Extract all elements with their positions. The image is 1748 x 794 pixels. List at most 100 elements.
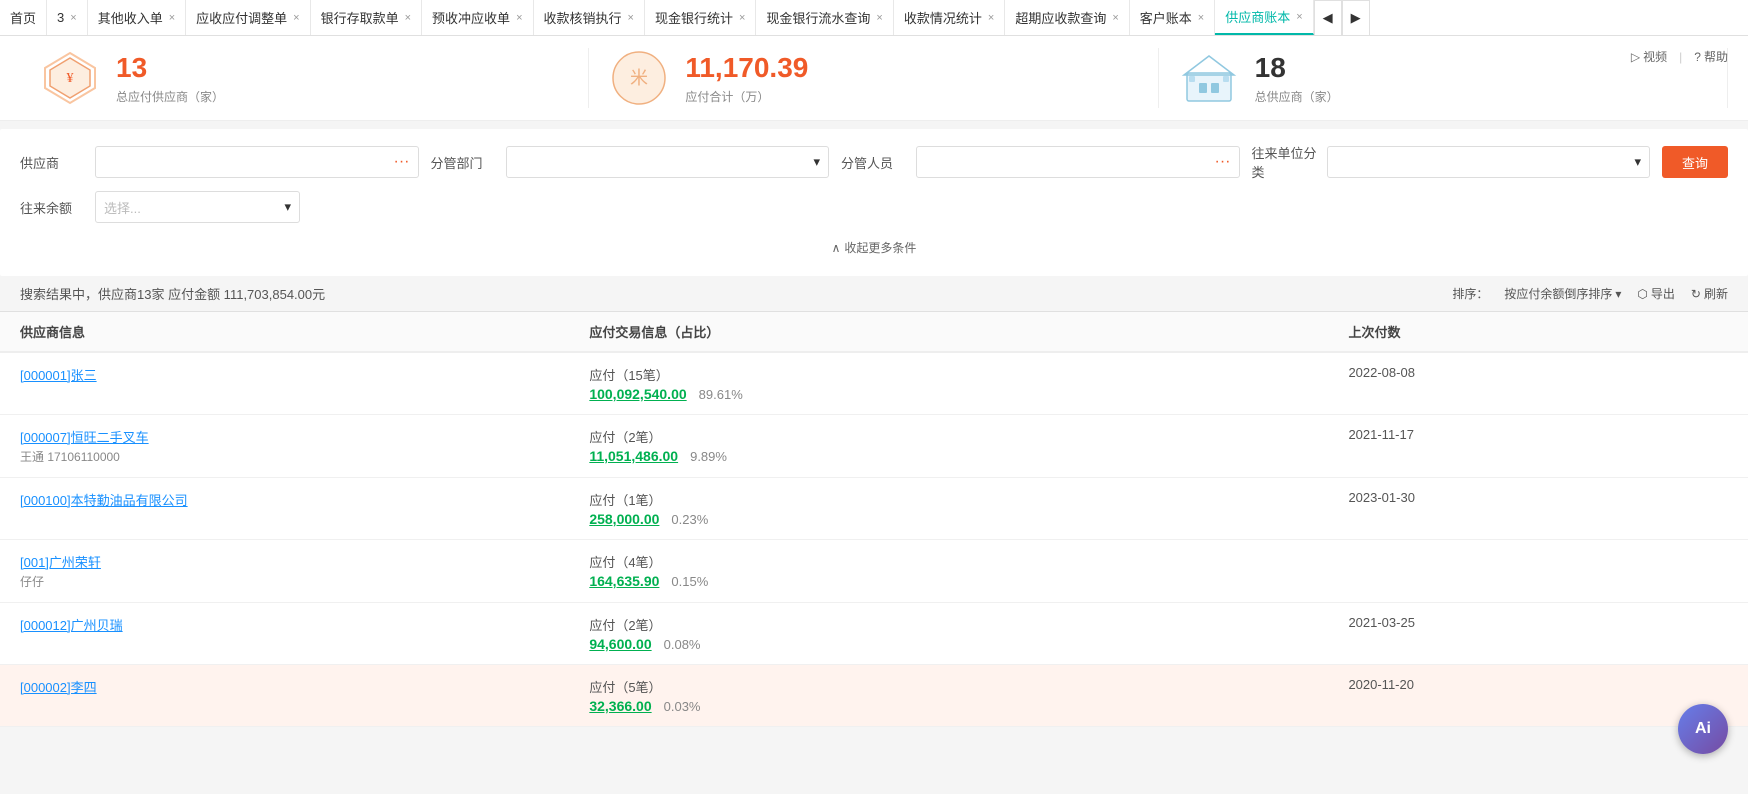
transaction-cell: 应付（5笔） 32,366.00 0.03%: [589, 677, 1348, 714]
ai-button[interactable]: Ai: [1678, 704, 1728, 754]
close-icon[interactable]: ×: [988, 12, 994, 24]
last-pay-cell: 2021-11-17: [1348, 427, 1728, 442]
nav-arrow-right[interactable]: ▶: [1342, 0, 1370, 36]
trans-percent: 0.03%: [664, 699, 701, 714]
transaction-cell: 应付（2笔） 11,051,486.00 9.89%: [589, 427, 1348, 464]
balance-select[interactable]: 选择... ▾: [95, 191, 300, 223]
supplier-input[interactable]: ···: [95, 146, 419, 178]
dept-select[interactable]: ▾: [506, 146, 830, 178]
supplier-cell: [000007]恒旺二手叉车 王通 17106110000: [20, 427, 589, 465]
trans-amount[interactable]: 164,635.90: [589, 573, 659, 589]
nav-tab-bank-deposit[interactable]: 银行存取款单 ×: [311, 0, 422, 35]
nav-tab-receipt-verify[interactable]: 收款核销执行 ×: [534, 0, 645, 35]
close-icon[interactable]: ×: [628, 12, 634, 24]
nav-tab-home[interactable]: 首页: [0, 0, 47, 35]
trans-label: 应付（15笔）: [589, 365, 1348, 384]
trans-amount[interactable]: 11,051,486.00: [589, 448, 678, 464]
trans-amount[interactable]: 100,092,540.00: [589, 386, 686, 402]
refresh-button[interactable]: ↻ 刷新: [1691, 285, 1728, 302]
last-pay-cell: 2020-11-20: [1348, 677, 1728, 692]
transaction-cell: 应付（15笔） 100,092,540.00 89.61%: [589, 365, 1348, 402]
supplier-dots-icon: ···: [394, 153, 410, 171]
stat-amount-number: 11,170.39: [685, 52, 808, 84]
sort-select[interactable]: 按应付余额倒序排序 ▾: [1504, 285, 1621, 302]
filter-row-2: 往来余额 选择... ▾: [20, 191, 1728, 223]
trans-label: 应付（2笔）: [589, 615, 1348, 634]
balance-placeholder: 选择...: [104, 198, 141, 217]
close-icon[interactable]: ×: [1112, 12, 1118, 24]
close-icon[interactable]: ×: [293, 12, 299, 24]
trans-label: 应付（2笔）: [589, 427, 1348, 446]
sort-label: 排序：: [1452, 285, 1488, 302]
filter-person: 分管人员 ···: [841, 146, 1240, 178]
table-header: 供应商信息 应付交易信息（占比） 上次付数: [0, 312, 1748, 353]
trans-label: 应付（5笔）: [589, 677, 1348, 696]
filter-supplier: 供应商 ···: [20, 146, 419, 178]
stat-amount-label: 应付合计（万）: [685, 88, 808, 105]
trans-amount[interactable]: 94,600.00: [589, 636, 651, 652]
nav-arrow-left[interactable]: ◀: [1314, 0, 1342, 36]
results-right: 排序： 按应付余额倒序排序 ▾ ⬡ 导出 ↻ 刷新: [1452, 285, 1728, 302]
nav-tab-supplier-book[interactable]: 供应商账本 ×: [1215, 0, 1313, 35]
nav-tab-other-income[interactable]: 其他收入单 ×: [88, 0, 186, 35]
transaction-cell: 应付（4笔） 164,635.90 0.15%: [589, 552, 1348, 589]
nav-tab-ar-ap-adjust[interactable]: 应收应付调整单 ×: [186, 0, 310, 35]
nav-tab-receipt-stat[interactable]: 收款情况统计 ×: [894, 0, 1005, 35]
trans-percent: 0.15%: [671, 574, 708, 589]
nav-tab-prepay-offset[interactable]: 预收冲应收单 ×: [422, 0, 533, 35]
close-icon[interactable]: ×: [405, 12, 411, 24]
search-button[interactable]: 查询: [1662, 146, 1728, 178]
trans-amount[interactable]: 258,000.00: [589, 511, 659, 527]
nav-tab-customer-book[interactable]: 客户账本 ×: [1130, 0, 1215, 35]
diamond-icon: ¥: [40, 48, 100, 108]
close-icon[interactable]: ×: [876, 12, 882, 24]
supplier-cell: [000100]本特勤油品有限公司: [20, 490, 589, 509]
svg-text:¥: ¥: [67, 71, 74, 86]
person-input[interactable]: ···: [916, 146, 1240, 178]
supplier-link[interactable]: [000007]恒旺二手叉车: [20, 427, 589, 446]
close-icon[interactable]: ×: [1198, 12, 1204, 24]
nav-tab-overdue-ar[interactable]: 超期应收款查询 ×: [1005, 0, 1129, 35]
table-row: [000007]恒旺二手叉车 王通 17106110000 应付（2笔） 11,…: [0, 415, 1748, 478]
export-button[interactable]: ⬡ 导出: [1637, 285, 1675, 302]
balance-label: 往来余额: [20, 198, 95, 217]
nav-tab-cash-bank-stat[interactable]: 现金银行统计 ×: [645, 0, 756, 35]
collapse-up-icon: ∧: [832, 241, 841, 255]
category-select[interactable]: ▾: [1327, 146, 1651, 178]
supplier-sub: 王通 17106110000: [20, 448, 589, 465]
balance-arrow-icon: ▾: [284, 199, 291, 215]
close-icon[interactable]: ×: [70, 12, 76, 24]
supplier-sub: 仔仔: [20, 573, 589, 590]
collapse-button[interactable]: ∧ 收起更多条件: [20, 233, 1728, 262]
trans-percent: 9.89%: [690, 449, 727, 464]
last-pay-cell: 2022-08-08: [1348, 365, 1728, 380]
supplier-cell: [000012]广州贝瑞: [20, 615, 589, 634]
close-icon[interactable]: ×: [1296, 11, 1302, 23]
close-icon[interactable]: ×: [169, 12, 175, 24]
supplier-link[interactable]: [000012]广州贝瑞: [20, 615, 589, 634]
person-label: 分管人员: [841, 153, 916, 172]
video-link[interactable]: ▷ 视频: [1631, 48, 1667, 65]
stat-total-number: 18: [1255, 52, 1339, 84]
supplier-link[interactable]: [000002]李四: [20, 677, 589, 696]
stat-info-payable: 13 总应付供应商（家）: [116, 52, 224, 105]
supplier-cell: [001]广州荣轩 仔仔: [20, 552, 589, 590]
nav-tab-3[interactable]: 3 ×: [47, 0, 88, 35]
supplier-link[interactable]: [000001]张三: [20, 365, 589, 384]
trans-percent: 0.23%: [671, 512, 708, 527]
close-icon[interactable]: ×: [739, 12, 745, 24]
close-icon[interactable]: ×: [516, 12, 522, 24]
table-row-highlighted: [000002]李四 应付（5笔） 32,366.00 0.03% 2020-1…: [0, 665, 1748, 727]
filter-dept: 分管部门 ▾: [431, 146, 830, 178]
table-row: [001]广州荣轩 仔仔 应付（4笔） 164,635.90 0.15%: [0, 540, 1748, 603]
trans-amount[interactable]: 32,366.00: [589, 698, 651, 714]
stat-payable-suppliers: ¥ 13 总应付供应商（家）: [20, 48, 589, 108]
nav-tab-cash-bank-flow[interactable]: 现金银行流水查询 ×: [756, 0, 893, 35]
header-supplier: 供应商信息: [20, 322, 589, 341]
help-link[interactable]: ? 帮助: [1694, 48, 1728, 65]
stat-payable-number: 13: [116, 52, 224, 84]
results-bar: 搜索结果中，供应商13家 应付金额 111,703,854.00元 排序： 按应…: [0, 276, 1748, 312]
supplier-link[interactable]: [001]广州荣轩: [20, 552, 589, 571]
supplier-link[interactable]: [000100]本特勤油品有限公司: [20, 490, 589, 509]
ai-label: Ai: [1695, 720, 1711, 738]
